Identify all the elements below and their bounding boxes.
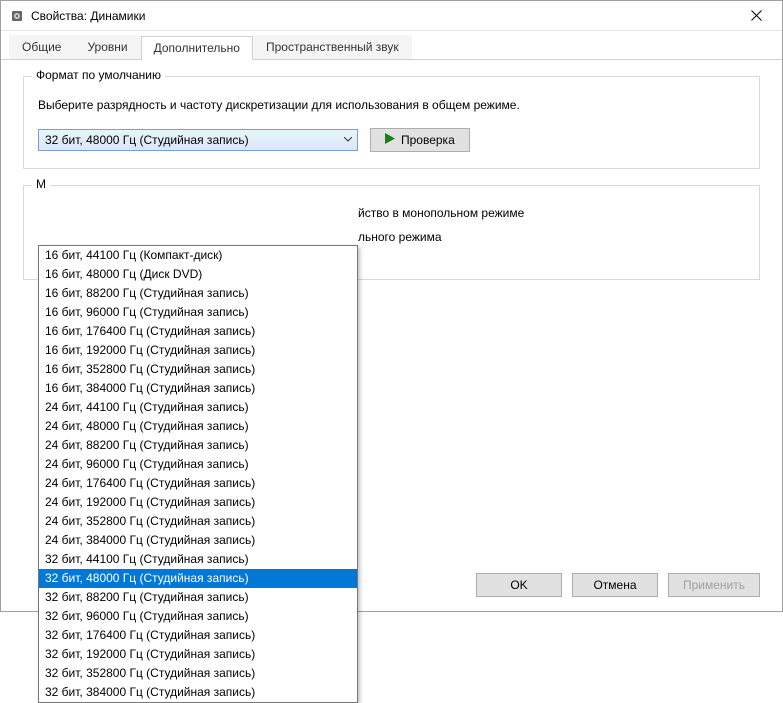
format-option[interactable]: 32 бит, 384000 Гц (Студийная запись) [39, 683, 357, 702]
format-option[interactable]: 32 бит, 352800 Гц (Студийная запись) [39, 664, 357, 683]
window-title: Свойства: Динамики [31, 9, 736, 23]
format-option[interactable]: 16 бит, 384000 Гц (Студийная запись) [39, 379, 357, 398]
format-option[interactable]: 24 бит, 384000 Гц (Студийная запись) [39, 531, 357, 550]
format-option[interactable]: 16 бит, 48000 Гц (Диск DVD) [39, 265, 357, 284]
format-option[interactable]: 16 бит, 352800 Гц (Студийная запись) [39, 360, 357, 379]
default-format-group: Формат по умолчанию Выберите разрядность… [23, 76, 760, 169]
test-button-label: Проверка [401, 133, 455, 147]
apply-button[interactable]: Применить [668, 573, 760, 597]
close-button[interactable] [736, 2, 776, 30]
format-option[interactable]: 24 бит, 48000 Гц (Студийная запись) [39, 417, 357, 436]
format-row: 32 бит, 48000 Гц (Студийная запись) Пров… [38, 128, 745, 152]
format-combobox[interactable]: 32 бит, 48000 Гц (Студийная запись) [38, 129, 358, 151]
dialog-buttons: OK Отмена Применить [476, 573, 760, 597]
format-option[interactable]: 24 бит, 192000 Гц (Студийная запись) [39, 493, 357, 512]
exclusive-priority-label: льного режима [358, 230, 442, 244]
format-selected-value: 32 бит, 48000 Гц (Студийная запись) [39, 133, 339, 147]
format-option[interactable]: 32 бит, 88200 Гц (Студийная запись) [39, 588, 357, 607]
format-option[interactable]: 16 бит, 96000 Гц (Студийная запись) [39, 303, 357, 322]
tab-content: Формат по умолчанию Выберите разрядность… [1, 60, 782, 611]
format-option[interactable]: 32 бит, 48000 Гц (Студийная запись) [39, 569, 357, 588]
format-option[interactable]: 16 бит, 88200 Гц (Студийная запись) [39, 284, 357, 303]
format-option[interactable]: 24 бит, 88200 Гц (Студийная запись) [39, 436, 357, 455]
tab-advanced[interactable]: Дополнительно [141, 36, 253, 60]
tab-spatial-sound[interactable]: Пространственный звук [253, 35, 412, 59]
format-option[interactable]: 32 бит, 96000 Гц (Студийная запись) [39, 607, 357, 626]
format-option[interactable]: 16 бит, 192000 Гц (Студийная запись) [39, 341, 357, 360]
default-format-description: Выберите разрядность и частоту дискретиз… [38, 97, 745, 114]
test-button[interactable]: Проверка [370, 128, 470, 152]
format-option[interactable]: 24 бит, 44100 Гц (Студийная запись) [39, 398, 357, 417]
format-option[interactable]: 16 бит, 44100 Гц (Компакт-диск) [39, 246, 357, 265]
exclusive-allow-label: йство в монопольном режиме [358, 206, 524, 220]
format-option[interactable]: 32 бит, 176400 Гц (Студийная запись) [39, 626, 357, 645]
cancel-button[interactable]: Отмена [572, 573, 658, 597]
properties-window: Свойства: Динамики Общие Уровни Дополнит… [0, 0, 783, 612]
format-option[interactable]: 24 бит, 176400 Гц (Студийная запись) [39, 474, 357, 493]
format-option[interactable]: 32 бит, 44100 Гц (Студийная запись) [39, 550, 357, 569]
exclusive-mode-title: М [32, 177, 50, 191]
format-dropdown-list[interactable]: 16 бит, 44100 Гц (Компакт-диск)16 бит, 4… [38, 245, 358, 703]
tabs: Общие Уровни Дополнительно Пространствен… [1, 31, 782, 60]
tab-levels[interactable]: Уровни [74, 35, 140, 59]
exclusive-allow-row[interactable]: йство в монопольном режиме [358, 206, 745, 220]
format-option[interactable]: 24 бит, 96000 Гц (Студийная запись) [39, 455, 357, 474]
play-icon [385, 133, 395, 147]
exclusive-priority-row[interactable]: льного режима [358, 230, 745, 244]
format-option[interactable]: 32 бит, 192000 Гц (Студийная запись) [39, 645, 357, 664]
default-format-title: Формат по умолчанию [32, 68, 165, 82]
format-option[interactable]: 16 бит, 176400 Гц (Студийная запись) [39, 322, 357, 341]
chevron-down-icon [339, 130, 357, 150]
ok-button[interactable]: OK [476, 573, 562, 597]
tab-general[interactable]: Общие [9, 35, 74, 59]
speaker-icon [9, 8, 25, 24]
format-option[interactable]: 24 бит, 352800 Гц (Студийная запись) [39, 512, 357, 531]
title-bar: Свойства: Динамики [1, 1, 782, 31]
